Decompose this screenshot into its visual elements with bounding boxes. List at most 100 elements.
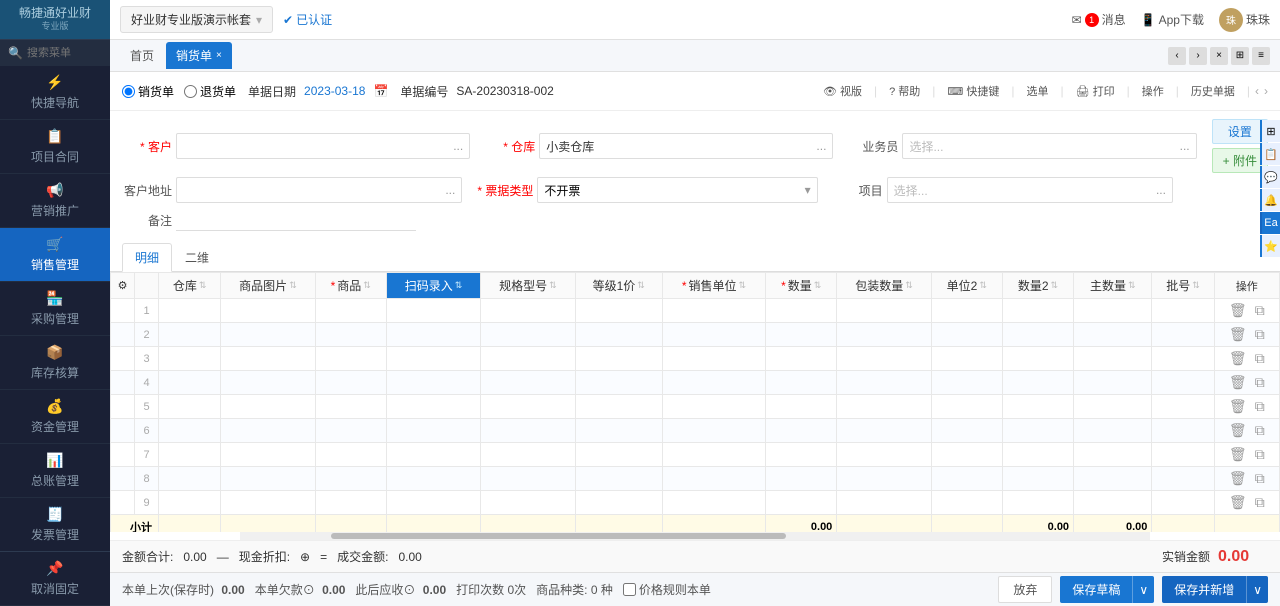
th-batch-input[interactable]: 扫码录入⇅	[386, 273, 480, 299]
row-warehouse-cell[interactable]	[159, 395, 221, 419]
row-copy-btn[interactable]: ⧉	[1253, 398, 1267, 415]
float-btn-1[interactable]: ⊞	[1260, 120, 1280, 142]
row-copy-btn[interactable]: ⧉	[1253, 470, 1267, 487]
tab-sales-order[interactable]: 销货单 ×	[166, 42, 232, 69]
row-batch-cell[interactable]	[1152, 467, 1214, 491]
row-main-qty-cell[interactable]	[1074, 347, 1152, 371]
row-batch-input-cell[interactable]	[386, 323, 480, 347]
float-btn-5[interactable]: ⭐	[1260, 235, 1280, 257]
abandon-button[interactable]: 放弃	[998, 576, 1052, 603]
row-qty-cell[interactable]	[766, 491, 837, 515]
row-batch-cell[interactable]	[1152, 395, 1214, 419]
th-qty[interactable]: *数量⇅	[766, 273, 837, 299]
row-pack-qty-cell[interactable]	[837, 419, 931, 443]
note-input[interactable]	[176, 209, 416, 231]
sidebar-item-project[interactable]: 📋 项目合同	[0, 120, 110, 174]
row-main-qty-cell[interactable]	[1074, 371, 1152, 395]
row-price1-cell[interactable]	[575, 419, 662, 443]
row-spec-cell[interactable]	[481, 467, 575, 491]
customer-dots[interactable]: ...	[453, 139, 463, 153]
row-product-cell[interactable]	[315, 443, 386, 467]
row-delete-btn[interactable]: 🗑	[1227, 470, 1249, 487]
row-qty2-cell[interactable]	[1002, 419, 1073, 443]
row-unit2-cell[interactable]	[931, 443, 1002, 467]
row-pack-qty-cell[interactable]	[837, 299, 931, 323]
row-price1-cell[interactable]	[575, 395, 662, 419]
row-spec-cell[interactable]	[481, 347, 575, 371]
row-qty2-cell[interactable]	[1002, 347, 1073, 371]
row-batch-input-cell[interactable]	[386, 467, 480, 491]
row-product-cell[interactable]	[315, 299, 386, 323]
salesperson-dots[interactable]: ...	[1180, 139, 1190, 153]
row-product-cell[interactable]	[315, 467, 386, 491]
radio-sales-order-input[interactable]	[122, 85, 135, 98]
toolbar-ops-btn[interactable]: 操作	[1135, 80, 1171, 102]
save-new-arrow[interactable]: ∨	[1246, 576, 1268, 603]
toolbar-help-btn[interactable]: ? 帮助	[882, 80, 927, 102]
row-unit2-cell[interactable]	[931, 419, 1002, 443]
float-btn-active[interactable]: Ea	[1260, 212, 1280, 234]
sidebar-search[interactable]: 🔍	[0, 40, 110, 66]
row-sales-unit-cell[interactable]	[662, 395, 765, 419]
row-batch-input-cell[interactable]	[386, 347, 480, 371]
tab-detail[interactable]: 明细	[122, 243, 172, 272]
row-delete-btn[interactable]: 🗑	[1227, 494, 1249, 511]
row-qty-cell[interactable]	[766, 371, 837, 395]
sidebar-item-marketing[interactable]: 📢 营销推广	[0, 174, 110, 228]
row-delete-btn[interactable]: 🗑	[1227, 398, 1249, 415]
tab-close-icon[interactable]: ×	[216, 50, 222, 61]
row-price1-cell[interactable]	[575, 467, 662, 491]
row-warehouse-cell[interactable]	[159, 347, 221, 371]
th-unit2[interactable]: 单位2⇅	[931, 273, 1002, 299]
sidebar-item-cancel-fixed[interactable]: 📌 取消固定	[0, 551, 110, 606]
row-main-qty-cell[interactable]	[1074, 395, 1152, 419]
row-main-qty-cell[interactable]	[1074, 299, 1152, 323]
row-qty-cell[interactable]	[766, 467, 837, 491]
th-pack-qty[interactable]: 包装数量⇅	[837, 273, 931, 299]
row-qty-cell[interactable]	[766, 347, 837, 371]
th-main-qty[interactable]: 主数量⇅	[1074, 273, 1152, 299]
project-input[interactable]: 选择... ...	[887, 177, 1173, 203]
toolbar-history-btn[interactable]: 历史单据	[1184, 80, 1242, 102]
row-batch-cell[interactable]	[1152, 347, 1214, 371]
row-spec-cell[interactable]	[481, 443, 575, 467]
row-qty2-cell[interactable]	[1002, 299, 1073, 323]
scrollbar-thumb[interactable]	[331, 533, 786, 539]
save-draft-button[interactable]: 保存草稿	[1060, 576, 1132, 603]
float-btn-4[interactable]: 🔔	[1260, 189, 1280, 211]
row-batch-cell[interactable]	[1152, 419, 1214, 443]
save-draft-arrow[interactable]: ∨	[1132, 576, 1154, 603]
row-batch-input-cell[interactable]	[386, 371, 480, 395]
row-sales-unit-cell[interactable]	[662, 347, 765, 371]
row-qty-cell[interactable]	[766, 323, 837, 347]
row-batch-cell[interactable]	[1152, 299, 1214, 323]
sidebar-item-capital[interactable]: 💰 资金管理	[0, 390, 110, 444]
th-price1[interactable]: 等级1价⇅	[575, 273, 662, 299]
salesperson-input[interactable]: 选择... ...	[902, 133, 1196, 159]
row-main-qty-cell[interactable]	[1074, 323, 1152, 347]
row-pack-qty-cell[interactable]	[837, 347, 931, 371]
row-qty2-cell[interactable]	[1002, 467, 1073, 491]
row-copy-btn[interactable]: ⧉	[1253, 302, 1267, 319]
sidebar-item-sales[interactable]: 🛒 销售管理	[0, 228, 110, 282]
row-warehouse-cell[interactable]	[159, 419, 221, 443]
row-unit2-cell[interactable]	[931, 371, 1002, 395]
row-qty2-cell[interactable]	[1002, 323, 1073, 347]
row-warehouse-cell[interactable]	[159, 299, 221, 323]
row-warehouse-cell[interactable]	[159, 491, 221, 515]
toolbar-shortcut-btn[interactable]: ⌨ 快捷键	[940, 80, 1006, 102]
tab-2d[interactable]: 二维	[172, 243, 222, 271]
warehouse-dots[interactable]: ...	[816, 139, 826, 153]
user-avatar[interactable]: 珠 珠珠	[1219, 8, 1270, 32]
row-unit2-cell[interactable]	[931, 347, 1002, 371]
row-batch-input-cell[interactable]	[386, 419, 480, 443]
row-unit2-cell[interactable]	[931, 491, 1002, 515]
warehouse-input[interactable]: 小卖仓库 ...	[539, 133, 833, 159]
row-delete-btn[interactable]: 🗑	[1227, 302, 1249, 319]
save-new-button[interactable]: 保存并新增	[1162, 576, 1246, 603]
row-main-qty-cell[interactable]	[1074, 443, 1152, 467]
sidebar-item-purchase[interactable]: 🏪 采购管理	[0, 282, 110, 336]
radio-sales-order[interactable]: 销货单	[122, 83, 174, 100]
toolbar-print-btn[interactable]: 🖨 打印	[1069, 80, 1122, 102]
tab-home[interactable]: 首页	[120, 42, 164, 69]
